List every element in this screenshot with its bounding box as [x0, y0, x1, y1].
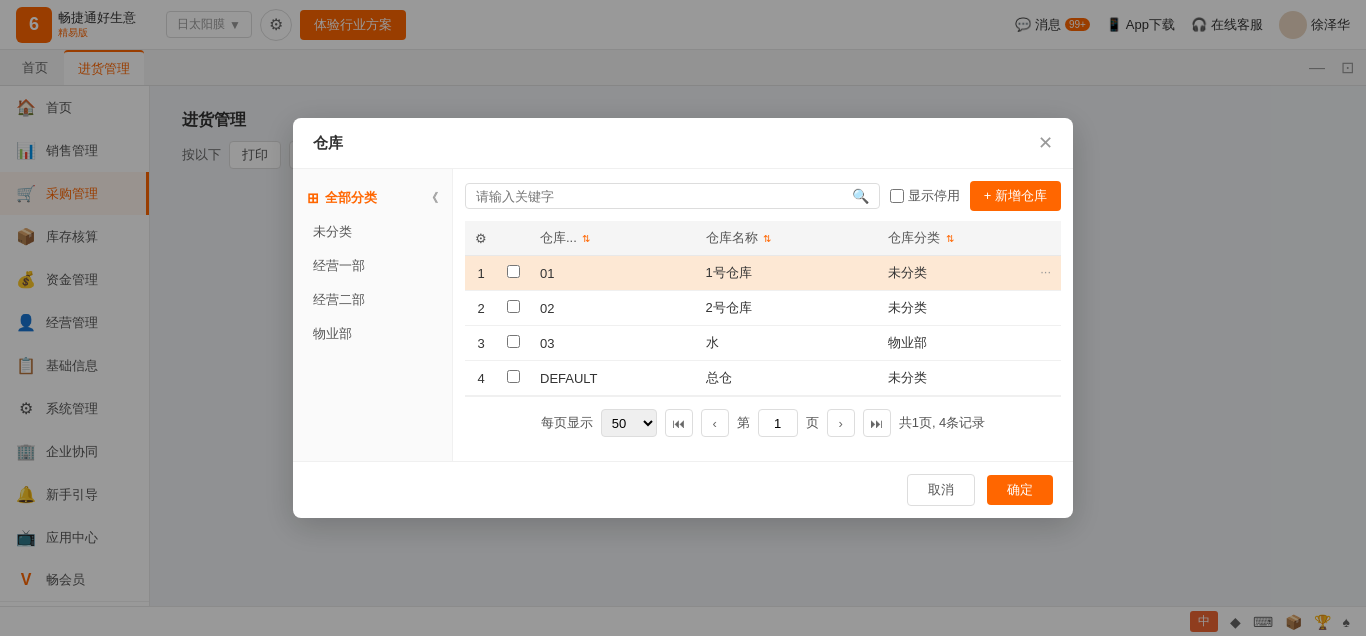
- row1-more-icon[interactable]: ···: [1040, 264, 1051, 279]
- modal-overlay[interactable]: 仓库 ✕ ⊞ 全部分类 《 未分类 经营一部 经营二部 物业部: [0, 0, 1366, 636]
- show-disabled-checkbox[interactable]: [890, 189, 904, 203]
- warehouse-modal: 仓库 ✕ ⊞ 全部分类 《 未分类 经营一部 经营二部 物业部: [293, 118, 1073, 518]
- category-unclassified[interactable]: 未分类: [293, 215, 452, 249]
- table-toolbar: 🔍 显示停用 + 新增仓库: [465, 181, 1061, 211]
- table-row[interactable]: 3 03 水 物业部: [465, 326, 1061, 361]
- category-property[interactable]: 物业部: [293, 317, 452, 351]
- category-ops1[interactable]: 经营一部: [293, 249, 452, 283]
- sort-cat-icon: ⇅: [946, 233, 954, 244]
- cancel-button[interactable]: 取消: [907, 474, 975, 506]
- confirm-button[interactable]: 确定: [987, 475, 1053, 505]
- pagination-bar: 每页显示 50 20 100 ⏮ ‹ 第 页 › ⏭ 共1页, 4条记录: [465, 396, 1061, 449]
- search-input[interactable]: [476, 189, 852, 204]
- first-page-btn[interactable]: ⏮: [665, 409, 693, 437]
- add-warehouse-button[interactable]: + 新增仓库: [970, 181, 1061, 211]
- col-checkbox: [497, 221, 530, 256]
- grid-icon: ⊞: [307, 190, 319, 206]
- category-ops2[interactable]: 经营二部: [293, 283, 452, 317]
- table-body: 1 01 1号仓库 未分类 ··· 2 02 2号仓库 未分类: [465, 256, 1061, 396]
- table-row[interactable]: 2 02 2号仓库 未分类: [465, 291, 1061, 326]
- modal-close-button[interactable]: ✕: [1038, 132, 1053, 154]
- category-panel: ⊞ 全部分类 《 未分类 经营一部 经营二部 物业部: [293, 169, 453, 461]
- row1-checkbox[interactable]: [507, 265, 520, 278]
- table-row[interactable]: 4 DEFAULT 总仓 未分类: [465, 361, 1061, 396]
- row3-checkbox[interactable]: [507, 335, 520, 348]
- warehouse-table: ⚙ 仓库... ⇅ 仓库名称 ⇅ 仓库分类: [465, 221, 1061, 396]
- modal-title: 仓库: [313, 134, 343, 153]
- col-name: 仓库名称 ⇅: [696, 221, 879, 256]
- search-icon: 🔍: [852, 188, 869, 204]
- search-box: 🔍: [465, 183, 880, 209]
- modal-footer: 取消 确定: [293, 461, 1073, 518]
- page-number-input[interactable]: [758, 409, 798, 437]
- row2-checkbox[interactable]: [507, 300, 520, 313]
- col-code: 仓库... ⇅: [530, 221, 696, 256]
- row4-checkbox[interactable]: [507, 370, 520, 383]
- last-page-btn[interactable]: ⏭: [863, 409, 891, 437]
- page-size-select[interactable]: 50 20 100: [601, 409, 657, 437]
- table-panel: 🔍 显示停用 + 新增仓库 ⚙ 仓库.: [453, 169, 1073, 461]
- show-disabled-label: 显示停用: [890, 187, 960, 205]
- modal-header: 仓库 ✕: [293, 118, 1073, 169]
- table-header: ⚙ 仓库... ⇅ 仓库名称 ⇅ 仓库分类: [465, 221, 1061, 256]
- sort-code-icon: ⇅: [582, 233, 590, 244]
- col-settings: ⚙: [465, 221, 497, 256]
- sort-name-icon: ⇅: [763, 233, 771, 244]
- next-page-btn[interactable]: ›: [827, 409, 855, 437]
- table-row[interactable]: 1 01 1号仓库 未分类 ···: [465, 256, 1061, 291]
- all-categories-btn[interactable]: ⊞ 全部分类 《: [293, 181, 452, 215]
- collapse-icon[interactable]: 《: [426, 190, 438, 207]
- col-category: 仓库分类 ⇅: [878, 221, 1061, 256]
- prev-page-btn[interactable]: ‹: [701, 409, 729, 437]
- modal-body: ⊞ 全部分类 《 未分类 经营一部 经营二部 物业部 🔍: [293, 169, 1073, 461]
